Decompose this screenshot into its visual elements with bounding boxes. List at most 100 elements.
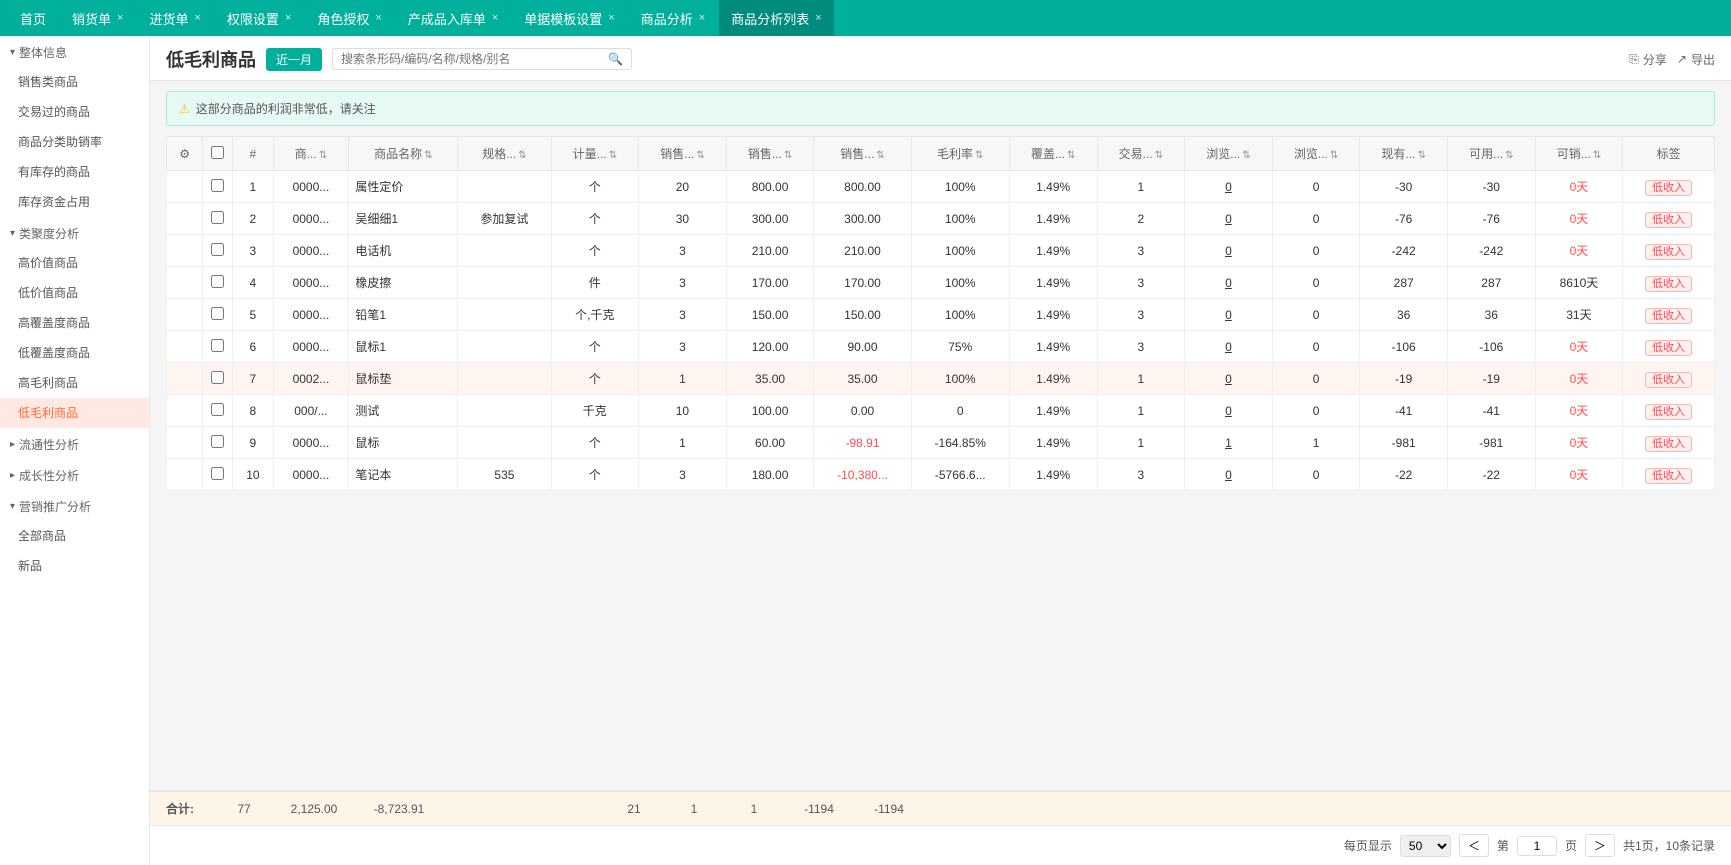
close-icon[interactable]: ×: [285, 12, 291, 24]
row-browse1[interactable]: 0: [1185, 203, 1273, 235]
row-checkbox[interactable]: [211, 467, 224, 480]
table-row: 4 0000... 橡皮擦 件 3 170.00 170.00 100% 1.4…: [167, 267, 1715, 299]
row-transaction: 1: [1097, 363, 1185, 395]
share-button[interactable]: ⎘ 分享: [1629, 51, 1667, 68]
close-icon[interactable]: ×: [699, 12, 705, 24]
browse2-column-header[interactable]: 浏览...⇅: [1272, 137, 1360, 171]
sidebar-section-marketing[interactable]: ▾ 营销推广分析: [0, 490, 149, 521]
row-num: 10: [233, 459, 273, 491]
close-icon[interactable]: ×: [815, 12, 821, 24]
close-icon[interactable]: ×: [117, 12, 123, 24]
close-icon[interactable]: ×: [194, 12, 200, 24]
row-code: 0000...: [273, 171, 349, 203]
current-stock-column-header[interactable]: 现有...⇅: [1360, 137, 1448, 171]
row-browse1[interactable]: 0: [1185, 459, 1273, 491]
row-checkbox[interactable]: [211, 435, 224, 448]
sidebar-item-low-margin[interactable]: 低毛利商品: [0, 398, 149, 428]
row-checkbox[interactable]: [211, 403, 224, 416]
filter-recent-month-button[interactable]: 近一月: [266, 48, 322, 71]
nav-role-auth[interactable]: 角色授权 ×: [305, 0, 393, 36]
sidebar-item-in-stock[interactable]: 有库存的商品: [0, 157, 149, 187]
sidebar-item-low-value[interactable]: 低价值商品: [0, 278, 149, 308]
prev-page-button[interactable]: ＜: [1459, 834, 1489, 857]
transaction-column-header[interactable]: 交易...⇅: [1097, 137, 1185, 171]
row-checkbox[interactable]: [211, 179, 224, 192]
close-icon[interactable]: ×: [375, 12, 381, 24]
row-checkbox[interactable]: [211, 371, 224, 384]
nav-purchase-order[interactable]: 进货单 ×: [137, 0, 212, 36]
nav-product-analysis[interactable]: 商品分析 ×: [629, 0, 717, 36]
row-settings-cell: [167, 363, 203, 395]
sidebar-section-circulation[interactable]: ▸ 流通性分析: [0, 428, 149, 459]
row-settings-cell: [167, 427, 203, 459]
browse1-column-header[interactable]: 浏览...⇅: [1185, 137, 1273, 171]
close-icon[interactable]: ×: [492, 12, 498, 24]
row-checkbox[interactable]: [211, 339, 224, 352]
row-browse1[interactable]: 1: [1185, 427, 1273, 459]
sidebar-item-high-value[interactable]: 高价值商品: [0, 248, 149, 278]
page-number-input[interactable]: [1517, 836, 1557, 856]
sidebar-item-high-coverage[interactable]: 高覆盖度商品: [0, 308, 149, 338]
row-browse1[interactable]: 0: [1185, 171, 1273, 203]
export-button[interactable]: ↗ 导出: [1677, 51, 1715, 68]
gross-margin-column-header[interactable]: 毛利率⇅: [911, 137, 1009, 171]
row-current-stock: 287: [1360, 267, 1448, 299]
nav-template-settings[interactable]: 单据模板设置 ×: [512, 0, 626, 36]
search-input[interactable]: [341, 52, 608, 66]
row-coverage: 1.49%: [1009, 395, 1097, 427]
name-column-header[interactable]: 商品名称⇅: [349, 137, 458, 171]
row-code: 0000...: [273, 203, 349, 235]
row-sales-qty: 3: [639, 267, 727, 299]
row-checkbox[interactable]: [211, 275, 224, 288]
settings-column-header[interactable]: ⚙: [167, 137, 203, 171]
coverage-column-header[interactable]: 覆盖...⇅: [1009, 137, 1097, 171]
sidebar-item-category-rate[interactable]: 商品分类助销率: [0, 127, 149, 157]
nav-home[interactable]: 首页: [8, 0, 58, 36]
available-column-header[interactable]: 可用...⇅: [1448, 137, 1536, 171]
select-all-checkbox[interactable]: [211, 146, 224, 159]
row-transaction: 3: [1097, 459, 1185, 491]
row-checkbox[interactable]: [211, 307, 224, 320]
sidebar-section-growth[interactable]: ▸ 成长性分析: [0, 459, 149, 490]
next-page-button[interactable]: ＞: [1585, 834, 1615, 857]
row-checkbox[interactable]: [211, 243, 224, 256]
row-current-stock: -22: [1360, 459, 1448, 491]
nav-sales-order[interactable]: 销货单 ×: [60, 0, 135, 36]
row-browse1[interactable]: 0: [1185, 267, 1273, 299]
sidebar-item-sales-products[interactable]: 销售类商品: [0, 67, 149, 97]
row-sales-qty: 3: [639, 299, 727, 331]
row-checkbox[interactable]: [211, 211, 224, 224]
unit-column-header[interactable]: 计量...⇅: [551, 137, 639, 171]
sales-price-column-header[interactable]: 销售...⇅: [726, 137, 814, 171]
row-browse1[interactable]: 0: [1185, 331, 1273, 363]
sidebar-item-all-products[interactable]: 全部商品: [0, 521, 149, 551]
sidebar-item-new-products[interactable]: 新品: [0, 551, 149, 581]
search-icon[interactable]: 🔍: [608, 52, 623, 66]
sales-qty-column-header[interactable]: 销售...⇅: [639, 137, 727, 171]
row-browse1[interactable]: 0: [1185, 299, 1273, 331]
row-browse1[interactable]: 0: [1185, 363, 1273, 395]
sidebar-item-high-margin[interactable]: 高毛利商品: [0, 368, 149, 398]
nav-permission-settings[interactable]: 权限设置 ×: [215, 0, 303, 36]
sidebar-section-overall[interactable]: ▾ 整体信息: [0, 36, 149, 67]
row-gross-margin: 100%: [911, 171, 1009, 203]
sidebar-item-inventory-capital[interactable]: 库存资金占用: [0, 187, 149, 217]
sidebar-item-low-coverage[interactable]: 低覆盖度商品: [0, 338, 149, 368]
sellable-column-header[interactable]: 可销...⇅: [1535, 137, 1623, 171]
nav-product-analysis-list[interactable]: 商品分析列表 ×: [719, 0, 833, 36]
spec-column-header[interactable]: 规格...⇅: [458, 137, 551, 171]
sidebar-item-traded-products[interactable]: 交易过的商品: [0, 97, 149, 127]
row-gross-margin: 100%: [911, 267, 1009, 299]
row-coverage: 1.49%: [1009, 299, 1097, 331]
sidebar-section-cluster[interactable]: ▾ 类聚度分析: [0, 217, 149, 248]
row-browse1[interactable]: 0: [1185, 235, 1273, 267]
sales-profit-column-header[interactable]: 销售...⇅: [814, 137, 911, 171]
page-size-select[interactable]: 50 100 200: [1400, 835, 1451, 857]
table-row: 1 0000... 属性定价 个 20 800.00 800.00 100% 1…: [167, 171, 1715, 203]
row-sales-price: 800.00: [726, 171, 814, 203]
close-icon[interactable]: ×: [608, 12, 614, 24]
nav-finished-goods[interactable]: 产成品入库单 ×: [396, 0, 510, 36]
code-column-header[interactable]: 商...⇅: [273, 137, 349, 171]
row-browse1[interactable]: 0: [1185, 395, 1273, 427]
row-checkbox-cell: [203, 363, 233, 395]
